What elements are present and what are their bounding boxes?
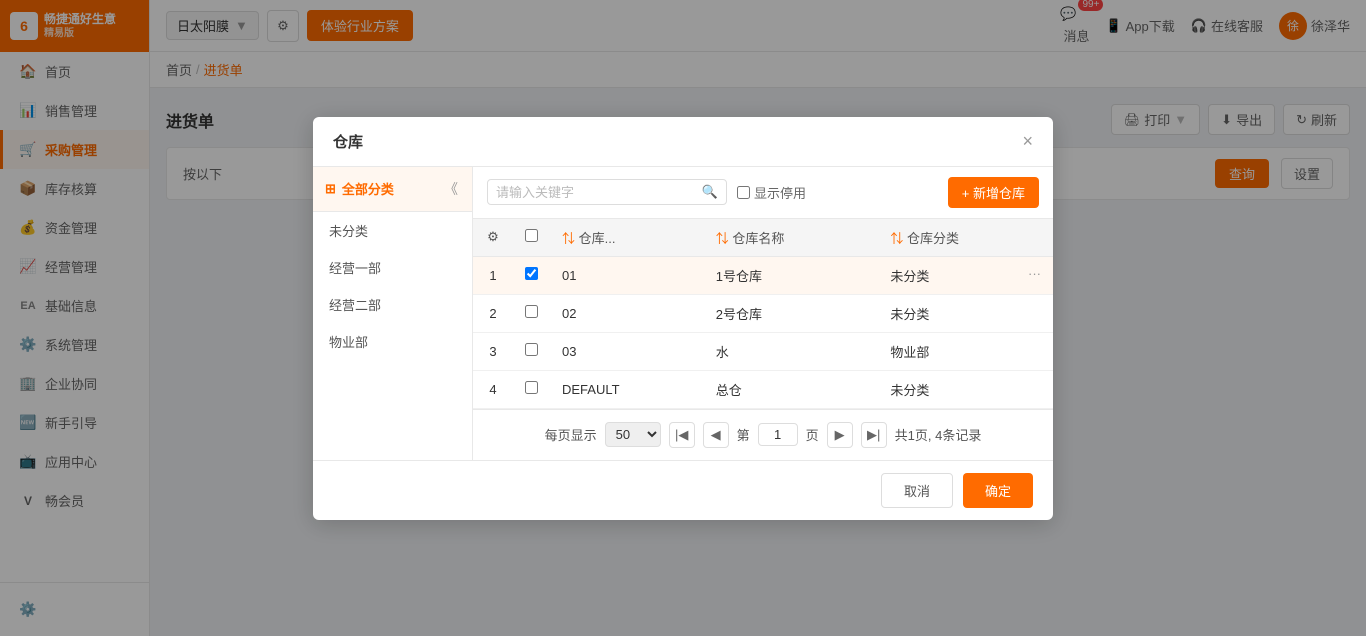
row-seq: 4 (473, 370, 513, 408)
modal-header: 仓库 × (313, 117, 1053, 167)
select-all-checkbox[interactable] (525, 229, 538, 242)
table-header-row: ⚙ ⇅ 仓库... ⇅ (473, 219, 1053, 257)
category-header: ⊞ 全部分类 《 (313, 167, 472, 212)
search-input[interactable] (496, 185, 698, 200)
row-name: 总仓 (704, 370, 879, 408)
warehouse-modal: 仓库 × ⊞ 全部分类 《 未分类 经营一部 (313, 117, 1053, 520)
row-code: 03 (550, 332, 704, 370)
category-collapse-btn[interactable]: 《 (442, 177, 460, 201)
row-checkbox[interactable] (513, 332, 550, 370)
sort-icon2: ⇅ (716, 231, 729, 246)
row-select-checkbox[interactable] (525, 305, 538, 318)
show-disabled-checkbox[interactable] (737, 186, 750, 199)
table-row[interactable]: 4 DEFAULT 总仓 未分类 (473, 370, 1053, 408)
table-area: 🔍 显示停用 + 新增仓库 ⚙ (473, 167, 1053, 460)
row-category: 未分类 (878, 370, 1053, 408)
sort-icon3: ⇅ (890, 231, 903, 246)
confirm-btn[interactable]: 确定 (963, 473, 1033, 508)
row-select-checkbox[interactable] (525, 267, 538, 280)
row-code: 01 (550, 256, 704, 294)
page-number-input[interactable]: 1 (758, 423, 798, 446)
show-disabled-label: 显示停用 (737, 183, 806, 202)
category-item-property[interactable]: 物业部 (313, 323, 472, 360)
sort-icon: ⇅ (562, 231, 575, 246)
row-select-checkbox[interactable] (525, 343, 538, 356)
row-checkbox[interactable] (513, 256, 550, 294)
row-category: 未分类··· (878, 256, 1053, 294)
last-page-btn[interactable]: ▶| (861, 422, 887, 448)
category-header-title: ⊞ 全部分类 (325, 179, 394, 198)
row-checkbox[interactable] (513, 294, 550, 332)
page-size-select[interactable]: 50 20 100 (605, 422, 661, 447)
search-icon[interactable]: 🔍 (702, 184, 718, 200)
add-warehouse-btn[interactable]: + 新增仓库 (948, 177, 1039, 208)
row-select-checkbox[interactable] (525, 381, 538, 394)
row-category: 物业部 (878, 332, 1053, 370)
row-name: 1号仓库 (704, 256, 879, 294)
row-actions[interactable]: ··· (1028, 266, 1041, 281)
th-checkbox (513, 219, 550, 257)
category-item-ops2[interactable]: 经营二部 (313, 286, 472, 323)
row-name: 2号仓库 (704, 294, 879, 332)
modal-title: 仓库 (333, 131, 363, 152)
pagination: 每页显示 50 20 100 |◀ ◀ 第 1 页 ▶ ▶| 共1页, 4条记录 (473, 409, 1053, 460)
category-item-uncategorized[interactable]: 未分类 (313, 212, 472, 249)
settings-col-icon: ⚙ (487, 229, 499, 244)
row-seq: 3 (473, 332, 513, 370)
grid-icon: ⊞ (325, 181, 336, 197)
th-category[interactable]: ⇅ 仓库分类 (878, 219, 1053, 257)
row-seq: 2 (473, 294, 513, 332)
modal-overlay: 仓库 × ⊞ 全部分类 《 未分类 经营一部 (0, 0, 1366, 636)
warehouse-table: ⚙ ⇅ 仓库... ⇅ (473, 219, 1053, 409)
modal-body: ⊞ 全部分类 《 未分类 经营一部 经营二部 物业部 (313, 167, 1053, 460)
row-name: 水 (704, 332, 879, 370)
th-name[interactable]: ⇅ 仓库名称 (704, 219, 879, 257)
th-settings[interactable]: ⚙ (473, 219, 513, 257)
th-code[interactable]: ⇅ 仓库... (550, 219, 704, 257)
search-wrap: 🔍 (487, 179, 727, 205)
prev-page-btn[interactable]: ◀ (703, 422, 729, 448)
table-toolbar: 🔍 显示停用 + 新增仓库 (473, 167, 1053, 219)
row-category: 未分类 (878, 294, 1053, 332)
modal-close-btn[interactable]: × (1022, 132, 1033, 150)
cancel-btn[interactable]: 取消 (881, 473, 953, 508)
row-checkbox[interactable] (513, 370, 550, 408)
row-code: 02 (550, 294, 704, 332)
category-sidebar: ⊞ 全部分类 《 未分类 经营一部 经营二部 物业部 (313, 167, 473, 460)
table-row[interactable]: 2 02 2号仓库 未分类 (473, 294, 1053, 332)
next-page-btn[interactable]: ▶ (827, 422, 853, 448)
row-seq: 1 (473, 256, 513, 294)
row-code: DEFAULT (550, 370, 704, 408)
table-row[interactable]: 3 03 水 物业部 (473, 332, 1053, 370)
category-item-ops1[interactable]: 经营一部 (313, 249, 472, 286)
modal-footer: 取消 确定 (313, 460, 1053, 520)
table-row[interactable]: 1 01 1号仓库 未分类··· (473, 256, 1053, 294)
first-page-btn[interactable]: |◀ (669, 422, 695, 448)
